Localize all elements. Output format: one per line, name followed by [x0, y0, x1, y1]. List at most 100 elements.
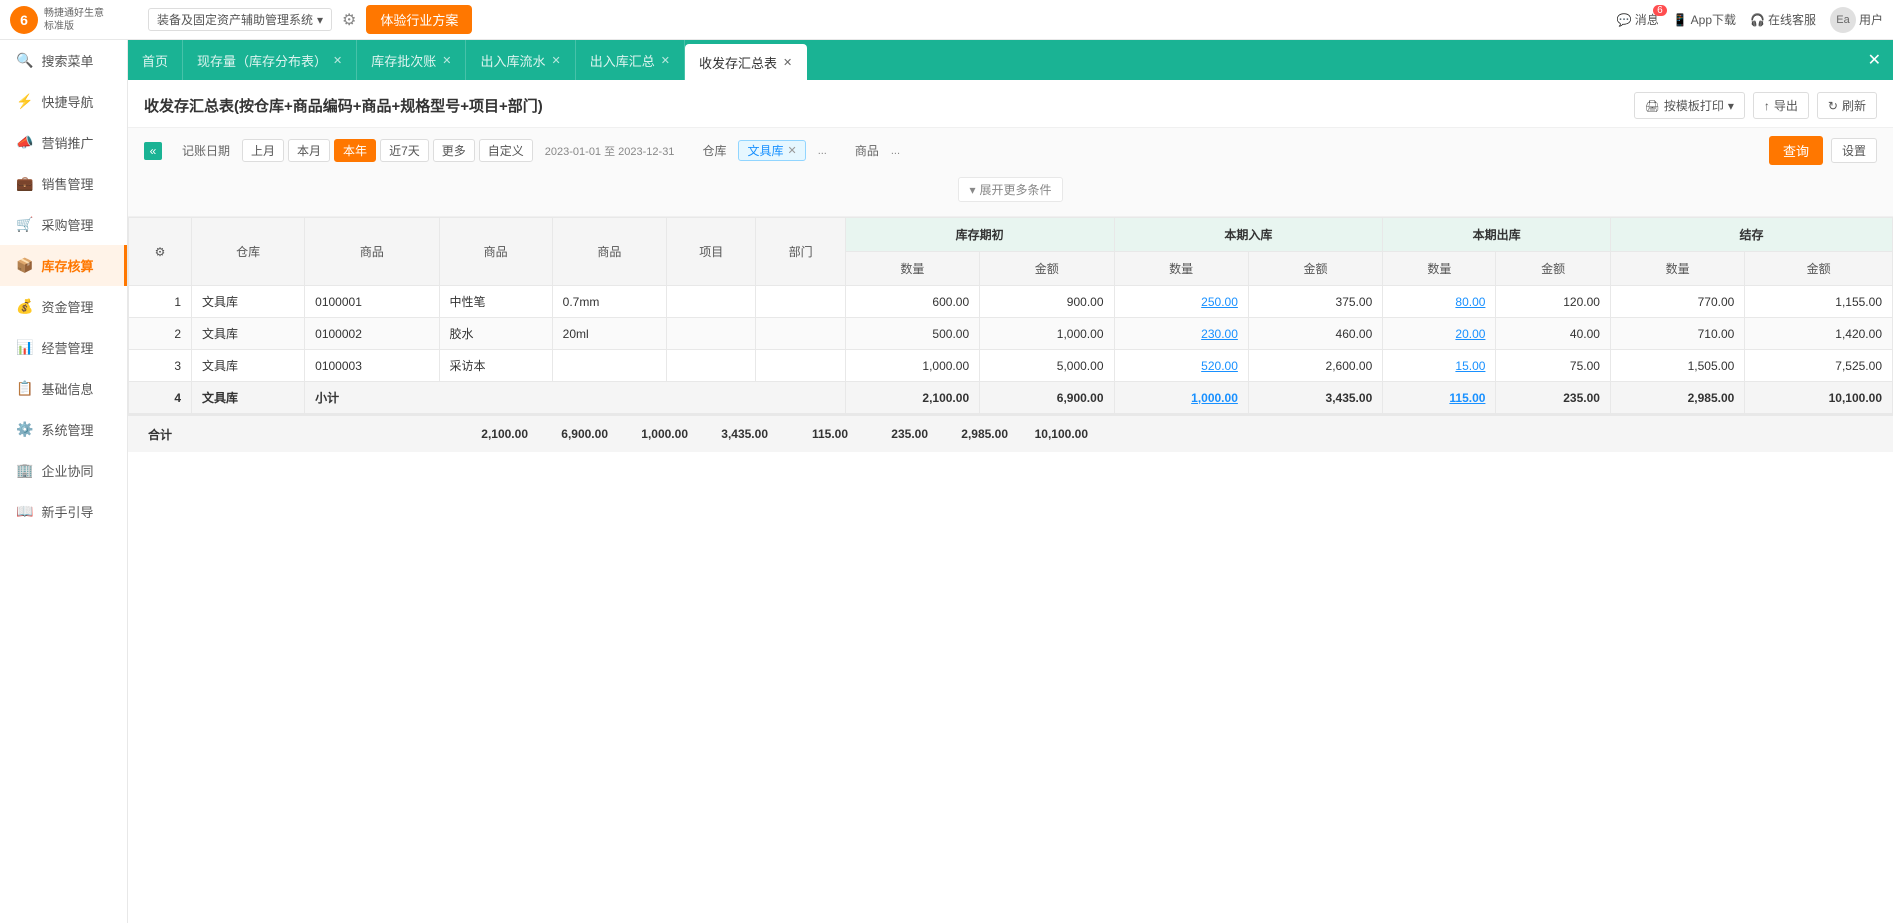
- in-qty-link[interactable]: 520.00: [1201, 359, 1238, 373]
- sidebar-item-purchase[interactable]: 🛒 采购管理: [0, 204, 127, 245]
- tab-in-out-summary[interactable]: 出入库汇总 ✕: [576, 40, 685, 80]
- sidebar-item-guide[interactable]: 📖 新手引导: [0, 491, 127, 532]
- tab-in-out-summary-label: 出入库汇总: [590, 51, 655, 70]
- subtotal-out-amt: 235.00: [1496, 382, 1611, 414]
- in-qty-link[interactable]: 230.00: [1201, 327, 1238, 341]
- row-open-qty: 600.00: [845, 286, 979, 318]
- subtotal-out-qty: 115.00: [1383, 382, 1496, 414]
- tab-recv-send-summary[interactable]: 收发存汇总表 ✕: [685, 44, 807, 80]
- tab-close-inventory-dist[interactable]: ✕: [333, 54, 342, 67]
- row-in-qty[interactable]: 230.00: [1114, 318, 1248, 350]
- row-code: 0100001: [305, 286, 439, 318]
- col-in-qty: 数量: [1114, 252, 1248, 286]
- row-bal-amt: 1,155.00: [1745, 286, 1893, 318]
- row-out-amt: 40.00: [1496, 318, 1611, 350]
- in-qty-link[interactable]: 250.00: [1201, 295, 1238, 309]
- row-out-qty[interactable]: 20.00: [1383, 318, 1496, 350]
- out-qty-link[interactable]: 80.00: [1455, 295, 1485, 309]
- sidebar-item-operations[interactable]: 📊 经营管理: [0, 327, 127, 368]
- sidebar-label-basic: 基础信息: [41, 379, 93, 398]
- row-dept: [756, 350, 845, 382]
- row-in-amt: 375.00: [1248, 286, 1382, 318]
- trial-button[interactable]: 体验行业方案: [366, 5, 472, 34]
- building-icon: 🏢: [16, 462, 33, 479]
- collapse-button[interactable]: «: [144, 142, 162, 160]
- date-btn-this-month[interactable]: 本月: [288, 139, 330, 162]
- row-in-qty[interactable]: 250.00: [1114, 286, 1248, 318]
- table-row: 2 文具库 0100002 胶水 20ml 500.00 1,000.00 23…: [129, 318, 1893, 350]
- sidebar-item-basic-info[interactable]: 📋 基础信息: [0, 368, 127, 409]
- sidebar-item-finance[interactable]: 💰 资金管理: [0, 286, 127, 327]
- col-in-header: 本期入库: [1114, 218, 1383, 252]
- row-in-qty[interactable]: 520.00: [1114, 350, 1248, 382]
- filter-area: « 记账日期 上月 本月 本年 近7天 更多 自定义 2023-01-01 至 …: [128, 128, 1893, 217]
- sidebar-item-search[interactable]: 🔍 搜索菜单: [0, 40, 127, 81]
- tab-in-out-flow[interactable]: 出入库流水 ✕: [466, 40, 575, 80]
- row-spec: 20ml: [552, 318, 666, 350]
- dropdown-icon[interactable]: ▾: [317, 13, 323, 27]
- sidebar-item-quick-nav[interactable]: ⚡ 快捷导航: [0, 81, 127, 122]
- tab-batch-ledger-label: 库存批次账: [371, 51, 436, 70]
- table-footer: 合计 2,100.00 6,900.00 1,000.00 3,435.00 1…: [128, 414, 1893, 452]
- row-in-amt: 2,600.00: [1248, 350, 1382, 382]
- logo-line1: 畅捷通好生意: [44, 7, 104, 20]
- row-no: 2: [129, 318, 192, 350]
- warehouse-tag-close[interactable]: ✕: [787, 144, 796, 157]
- col-spec-header: 商品: [552, 218, 666, 286]
- tab-close-batch-ledger[interactable]: ✕: [442, 54, 451, 67]
- expand-conditions-btn[interactable]: ▾ 展开更多条件: [958, 177, 1062, 202]
- messages-item[interactable]: 💬 消息 6: [1617, 11, 1659, 28]
- print-dropdown-icon: ▾: [1728, 99, 1734, 113]
- settings-gear-icon[interactable]: ⚙: [342, 10, 356, 30]
- tab-inventory-dist[interactable]: 现存量（库存分布表） ✕: [183, 40, 357, 80]
- subtotal-bal-qty: 2,985.00: [1610, 382, 1744, 414]
- date-btn-this-year[interactable]: 本年: [334, 139, 376, 162]
- app-download-item[interactable]: 📱 App下载: [1673, 11, 1736, 28]
- tab-batch-ledger[interactable]: 库存批次账 ✕: [357, 40, 466, 80]
- out-qty-link[interactable]: 20.00: [1455, 327, 1485, 341]
- settings-btn[interactable]: 设置: [1831, 138, 1877, 163]
- user-item[interactable]: Ea 用户: [1830, 7, 1883, 33]
- date-btn-more[interactable]: 更多: [433, 139, 475, 162]
- refresh-button[interactable]: ↻ 刷新: [1817, 92, 1877, 119]
- tab-close-in-out-flow[interactable]: ✕: [552, 54, 561, 67]
- row-out-qty[interactable]: 15.00: [1383, 350, 1496, 382]
- col-name-header: 商品: [439, 218, 552, 286]
- tab-close-in-out-summary[interactable]: ✕: [661, 54, 670, 67]
- top-right-area: 💬 消息 6 📱 App下载 🎧 在线客服 Ea 用户: [1617, 7, 1883, 33]
- export-icon: ↑: [1764, 99, 1770, 113]
- tab-home[interactable]: 首页: [128, 40, 183, 80]
- warehouse-more[interactable]: ...: [818, 145, 827, 157]
- sidebar-item-system[interactable]: ⚙️ 系统管理: [0, 409, 127, 450]
- subtotal-open-qty: 2,100.00: [845, 382, 979, 414]
- expand-icon: ▾: [969, 183, 975, 197]
- page-content: 收发存汇总表(按仓库+商品编码+商品+规格型号+项目+部门) 🖨 按模板打印 ▾…: [128, 80, 1893, 923]
- date-label: 记账日期: [182, 142, 230, 159]
- date-btn-7days[interactable]: 近7天: [380, 139, 429, 162]
- export-button[interactable]: ↑ 导出: [1753, 92, 1809, 119]
- out-qty-link[interactable]: 15.00: [1455, 359, 1485, 373]
- col-balance-header: 结存: [1610, 218, 1892, 252]
- date-btn-last-month[interactable]: 上月: [242, 139, 284, 162]
- tab-close-recv-send[interactable]: ✕: [783, 56, 792, 69]
- print-button[interactable]: 🖨 按模板打印 ▾: [1634, 92, 1745, 119]
- sidebar-item-marketing[interactable]: 📣 营销推广: [0, 122, 127, 163]
- top-bar: 6 畅捷通好生意 标准版 装备及固定资产辅助管理系统 ▾ ⚙ 体验行业方案 💬 …: [0, 0, 1893, 40]
- online-service-item[interactable]: 🎧 在线客服: [1750, 11, 1816, 28]
- sidebar-item-inventory[interactable]: 📦 库存核算: [0, 245, 127, 286]
- col-settings-header[interactable]: ⚙: [129, 218, 192, 286]
- footer-open-amt: 6,900.00: [538, 422, 618, 446]
- table-settings-icon[interactable]: ⚙: [155, 245, 166, 259]
- date-btn-custom[interactable]: 自定义: [479, 139, 533, 162]
- query-button[interactable]: 查询: [1769, 136, 1823, 165]
- sidebar-item-enterprise[interactable]: 🏢 企业协同: [0, 450, 127, 491]
- footer-in-amt: 3,435.00: [698, 422, 778, 446]
- goods-more[interactable]: ...: [891, 145, 900, 157]
- row-project: [667, 286, 756, 318]
- row-bal-amt: 7,525.00: [1745, 350, 1893, 382]
- search-icon: 🔍: [16, 52, 33, 69]
- tab-bar-close-icon[interactable]: ✕: [1856, 50, 1893, 70]
- sidebar-item-sales[interactable]: 💼 销售管理: [0, 163, 127, 204]
- row-out-qty[interactable]: 80.00: [1383, 286, 1496, 318]
- tab-recv-send-label: 收发存汇总表: [699, 53, 777, 72]
